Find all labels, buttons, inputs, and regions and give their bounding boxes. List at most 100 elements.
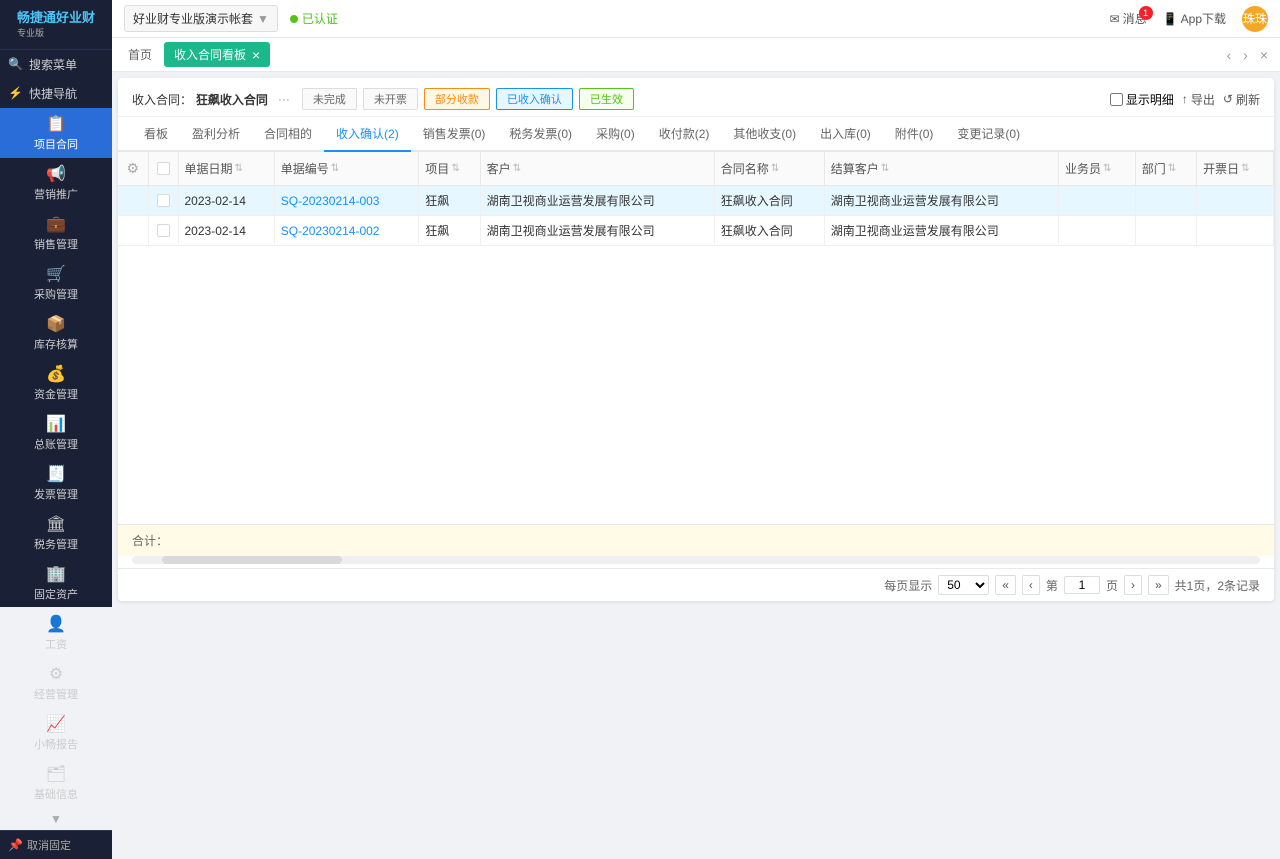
sidebar-item-marketing[interactable]: 📢 营销推广: [0, 158, 112, 208]
row-contractname: 狂飙收入合同: [714, 186, 824, 216]
sidebar-item-accounting[interactable]: 📊 总账管理: [0, 408, 112, 458]
date-sort-icon[interactable]: ⇅: [235, 163, 243, 174]
sidebar-label-inventory: 库存核算: [34, 336, 78, 352]
sidebar-label-operations: 经营管理: [34, 686, 78, 702]
prev-page-btn[interactable]: ‹: [1022, 575, 1040, 595]
sidebar-item-project-contract[interactable]: 📋 项目合同: [0, 108, 112, 158]
sidebar-bottom[interactable]: 📌 取消固定: [0, 830, 112, 859]
subtab-profit[interactable]: 盈利分析: [180, 117, 252, 152]
tab-nav-next[interactable]: ›: [1239, 45, 1252, 65]
show-detail-checkbox[interactable]: [1110, 93, 1123, 106]
subtab-revenue-confirm[interactable]: 收入确认(2): [324, 117, 411, 152]
project-sort-icon[interactable]: ⇅: [451, 163, 459, 174]
sidebar-item-sales[interactable]: 💼 销售管理: [0, 208, 112, 258]
orderno-sort-icon[interactable]: ⇅: [331, 163, 339, 174]
app-download-button[interactable]: 📱 App下载: [1163, 10, 1226, 27]
last-page-btn[interactable]: »: [1148, 575, 1169, 595]
sidebar-item-tax[interactable]: 🏛 税务管理: [0, 508, 112, 558]
sidebar-item-invoice[interactable]: 🧾 发票管理: [0, 458, 112, 508]
order-link[interactable]: SQ-20230214-002: [281, 224, 380, 238]
sidebar-item-funds[interactable]: 💰 资金管理: [0, 358, 112, 408]
funds-icon: 💰: [46, 364, 66, 384]
order-link[interactable]: SQ-20230214-003: [281, 194, 380, 208]
sidebar-item-operations[interactable]: ⚙ 经营管理: [0, 658, 112, 708]
col-invoicedate-header: 开票日⇅: [1197, 152, 1274, 186]
per-page-select[interactable]: 50 20 100: [938, 575, 989, 595]
sidebar-item-quicknav[interactable]: ⚡ 快捷导航: [0, 79, 112, 108]
first-page-btn[interactable]: «: [995, 575, 1016, 595]
sidebar-scroll-down[interactable]: ▼: [0, 808, 112, 830]
subtab-change-log[interactable]: 变更记录(0): [945, 117, 1032, 152]
sidebar-item-purchase[interactable]: 🛒 采购管理: [0, 258, 112, 308]
page-input[interactable]: [1064, 576, 1100, 594]
row-date: 2023-02-14: [178, 216, 274, 246]
export-button[interactable]: ↑ 导出: [1182, 91, 1215, 108]
home-tab[interactable]: 首页: [120, 46, 160, 63]
status-incomplete[interactable]: 未完成: [302, 88, 357, 110]
subtab-contract-related[interactable]: 合同相的: [252, 117, 324, 152]
refresh-button[interactable]: ↺ 刷新: [1223, 91, 1260, 108]
sidebar-item-base[interactable]: 🗂 基础信息: [0, 758, 112, 808]
sidebar-item-hr[interactable]: 👤 工资: [0, 608, 112, 658]
row-checkbox[interactable]: [157, 224, 170, 237]
customer-sort-icon[interactable]: ⇅: [513, 163, 521, 174]
invoice-icon: 🧾: [46, 464, 66, 484]
main-area: 好业财专业版演示帐套 ▼ 已认证 ✉ 消息 1 📱 App下载 珠珠: [112, 0, 1280, 607]
logo-main-text: 畅捷通好业财: [17, 10, 95, 26]
message-button[interactable]: ✉ 消息 1: [1110, 10, 1147, 27]
row-orderno: SQ-20230214-002: [274, 216, 419, 246]
table-row[interactable]: 2023-02-14 SQ-20230214-002 狂飙 湖南卫视商业运营发展…: [118, 216, 1274, 246]
contract-more-button[interactable]: ···: [278, 92, 290, 106]
row-invoicedate: [1197, 186, 1274, 216]
department-sort-icon[interactable]: ⇅: [1168, 163, 1176, 174]
settle-sort-icon[interactable]: ⇅: [881, 163, 889, 174]
operations-icon: ⚙: [49, 664, 63, 684]
contractname-sort-icon[interactable]: ⇅: [771, 163, 779, 174]
tab-close-button[interactable]: ×: [252, 48, 260, 62]
col-department-header: 部门⇅: [1135, 152, 1196, 186]
tab-nav-close[interactable]: ×: [1256, 45, 1272, 65]
fixed-assets-icon: 🏢: [46, 564, 66, 584]
status-partial-receipt[interactable]: 部分收款: [424, 88, 490, 110]
salesman-sort-icon[interactable]: ⇅: [1103, 163, 1111, 174]
page-suffix: 页: [1106, 577, 1118, 594]
sidebar-label-funds: 资金管理: [34, 386, 78, 402]
invoicedate-sort-icon[interactable]: ⇅: [1241, 163, 1249, 174]
sidebar-label-marketing: 营销推广: [34, 186, 78, 202]
status-effective[interactable]: 已生效: [579, 88, 634, 110]
subtabs: 看板 盈利分析 合同相的 收入确认(2) 销售发票(0) 税务发票(0) 采购(…: [118, 117, 1274, 152]
col-contractname-header: 合同名称⇅: [714, 152, 824, 186]
row-checkbox[interactable]: [157, 194, 170, 207]
next-page-btn[interactable]: ›: [1124, 575, 1142, 595]
subtab-kanban[interactable]: 看板: [132, 117, 180, 152]
horizontal-scrollbar[interactable]: [132, 556, 1260, 564]
row-gear: [118, 186, 148, 216]
scrollbar-thumb[interactable]: [162, 556, 342, 564]
subtab-sales-invoice[interactable]: 销售发票(0): [411, 117, 498, 152]
user-avatar-button[interactable]: 珠珠: [1242, 6, 1268, 32]
company-selector[interactable]: 好业财专业版演示帐套 ▼: [124, 5, 278, 32]
active-tab[interactable]: 收入合同看板 ×: [164, 42, 270, 67]
contract-label: 收入合同：: [132, 93, 192, 107]
select-all-checkbox[interactable]: [157, 162, 170, 175]
subtab-payment[interactable]: 收付款(2): [647, 117, 722, 152]
tab-nav-prev[interactable]: ‹: [1222, 45, 1235, 65]
status-no-invoice[interactable]: 未开票: [363, 88, 418, 110]
hr-icon: 👤: [46, 614, 66, 634]
status-revenue-confirmed[interactable]: 已收入确认: [496, 88, 573, 110]
gear-settings-icon[interactable]: ⚙: [126, 160, 139, 176]
subtab-other-income[interactable]: 其他收支(0): [721, 117, 808, 152]
row-contractname: 狂飙收入合同: [714, 216, 824, 246]
sidebar-item-reports[interactable]: 📈 小畅报告: [0, 708, 112, 758]
sidebar-item-inventory[interactable]: 📦 库存核算: [0, 308, 112, 358]
subtab-purchase[interactable]: 采购(0): [584, 117, 647, 152]
sidebar-item-search[interactable]: 🔍 搜索菜单: [0, 50, 112, 79]
user-avatar: 珠珠: [1242, 6, 1268, 32]
app-icon: 📱: [1163, 12, 1178, 26]
sidebar-item-fixed-assets[interactable]: 🏢 固定资产: [0, 558, 112, 608]
col-customer-header: 客户⇅: [480, 152, 714, 186]
subtab-tax-invoice[interactable]: 税务发票(0): [497, 117, 584, 152]
subtab-inout-stock[interactable]: 出入库(0): [808, 117, 883, 152]
table-row[interactable]: 2023-02-14 SQ-20230214-003 狂飙 湖南卫视商业运营发展…: [118, 186, 1274, 216]
subtab-attachments[interactable]: 附件(0): [883, 117, 946, 152]
